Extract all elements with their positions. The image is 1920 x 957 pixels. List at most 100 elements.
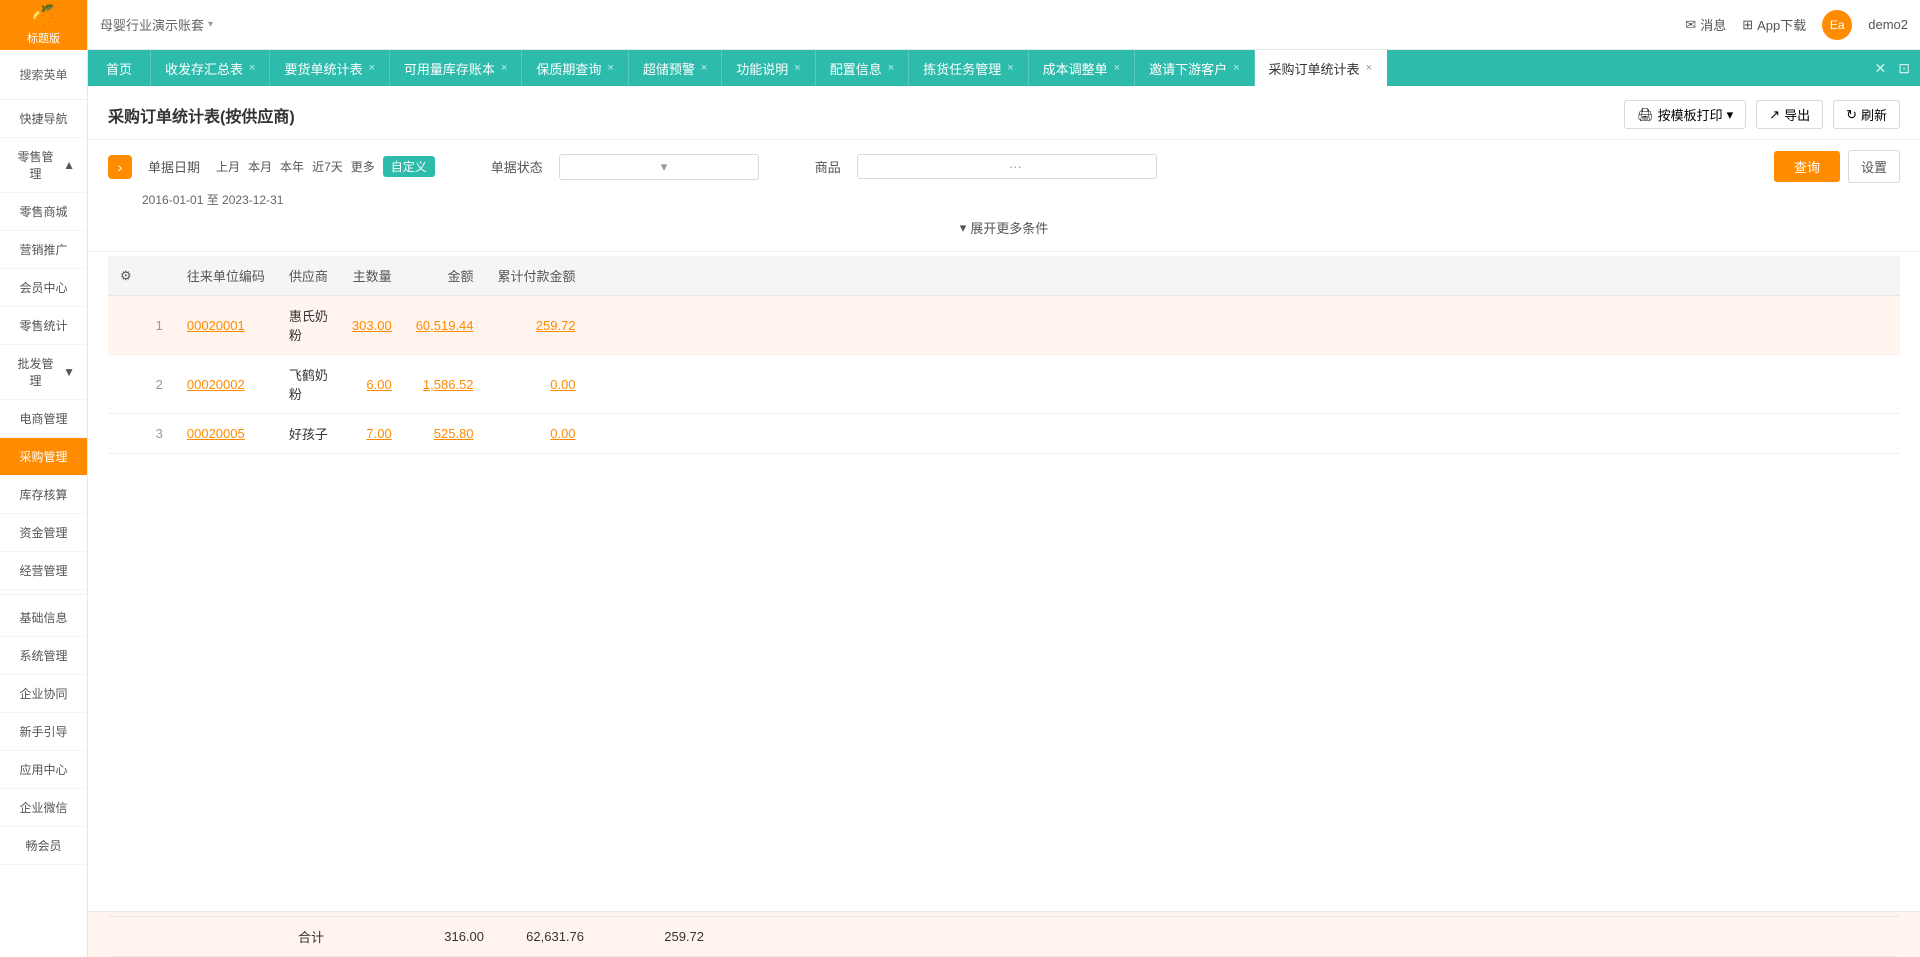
row2-qty-link[interactable]: 6.00 (366, 377, 391, 392)
date-shortcut-7days[interactable]: 近7天 (312, 158, 343, 175)
tab-overstock-close[interactable]: × (701, 62, 707, 74)
tab-config-close[interactable]: × (888, 62, 894, 74)
row3-num: 3 (144, 414, 175, 454)
tab-costadj-close[interactable]: × (1114, 62, 1120, 74)
row3-qty-link[interactable]: 7.00 (366, 426, 391, 441)
sidebar-item-inventory[interactable]: 库存核算 (0, 476, 87, 514)
tab-invitedown-close[interactable]: × (1233, 62, 1239, 74)
sidebar-item-retail[interactable]: 零售管理 ▲ (0, 138, 87, 193)
sidebar-item-purchase[interactable]: 采购管理 (0, 438, 87, 476)
row2-paid-link[interactable]: 0.00 (550, 377, 575, 392)
print-button[interactable]: 🖨 按模板打印 ▾ (1624, 100, 1746, 129)
tab-purchasestat-close[interactable]: × (1366, 62, 1372, 74)
sidebar-divider (0, 594, 87, 595)
row1-qty-link[interactable]: 303.00 (352, 318, 392, 333)
tab-expiry-close[interactable]: × (607, 62, 613, 74)
sidebar-item-newbie[interactable]: 新手引导 (0, 713, 87, 751)
search-button[interactable]: 查询 (1774, 151, 1840, 182)
footer-num-col (132, 917, 156, 957)
row1-paid-link[interactable]: 259.72 (536, 318, 576, 333)
tab-available[interactable]: 可用量库存账本 × (390, 50, 522, 86)
date-shortcut-this-year[interactable]: 本年 (280, 158, 304, 175)
footer-paid: 259.72 (596, 917, 716, 957)
sidebar-item-wechat[interactable]: 企业微信 (0, 789, 87, 827)
message-button[interactable]: ✉ 消息 (1685, 15, 1726, 34)
row2-vendor-code: 00020002 (175, 355, 277, 414)
row2-amount: 1,586.52 (404, 355, 486, 414)
sidebar-item-marketing[interactable]: 营销推广 (0, 231, 87, 269)
tab-funcdesc[interactable]: 功能说明 × (722, 50, 815, 86)
row2-extra (588, 355, 1900, 414)
settings-col-icon[interactable]: ⚙ (120, 268, 132, 283)
date-shortcut-this-month[interactable]: 本月 (248, 158, 272, 175)
topbar: 母婴行业演示账套 ▾ ✉ 消息 ⊞ App下载 Ea demo2 (88, 0, 1920, 50)
app-download-icon: ⊞ (1742, 17, 1753, 33)
table-row: 2 00020002 飞鹤奶粉 6.00 1,586.52 0.00 (108, 355, 1900, 414)
expand-button[interactable]: ▾ 展开更多条件 (956, 214, 1053, 241)
date-custom-badge[interactable]: 自定义 (383, 156, 435, 177)
date-range-display: 2016-01-01 至 2023-12-31 (142, 191, 283, 208)
tab-close-all-icon[interactable]: ✕ (1875, 60, 1887, 77)
tab-collection[interactable]: 收发存汇总表 × (151, 50, 270, 86)
row2-vendor-code-link[interactable]: 00020002 (187, 377, 245, 392)
filter-toggle-button[interactable]: › (108, 155, 132, 179)
date-shortcut-more[interactable]: 更多 (351, 158, 375, 175)
sidebar-item-ops[interactable]: 经营管理 (0, 552, 87, 590)
tab-purchasestat[interactable]: 采购订单统计表 × (1255, 50, 1387, 86)
sidebar-item-finance[interactable]: 资金管理 (0, 514, 87, 552)
row1-vendor-code-link[interactable]: 00020001 (187, 318, 245, 333)
tab-home[interactable]: 首页 (88, 50, 151, 86)
goods-more-icon[interactable]: ··· (1009, 159, 1146, 174)
row3-paid-link[interactable]: 0.00 (550, 426, 575, 441)
table-row: 3 00020005 好孩子 7.00 525.80 0.00 (108, 414, 1900, 454)
refresh-button[interactable]: ↻ 刷新 (1833, 100, 1900, 129)
tab-invitedown[interactable]: 邀请下游客户 × (1135, 50, 1254, 86)
sidebar-item-retail-shop[interactable]: 零售商城 (0, 193, 87, 231)
tab-requisition[interactable]: 要货单统计表 × (270, 50, 389, 86)
sidebar-item-members[interactable]: 会员中心 (0, 269, 87, 307)
row1-amount-link[interactable]: 60,519.44 (416, 318, 474, 333)
table-header-row: ⚙ 往来单位编码 供应商 主数量 金额 累计付款金额 (108, 256, 1900, 296)
row2-paid: 0.00 (486, 355, 588, 414)
sidebar-item-ecommerce[interactable]: 电商管理 (0, 400, 87, 438)
goods-input[interactable]: ··· (857, 154, 1157, 179)
main-area: 母婴行业演示账套 ▾ ✉ 消息 ⊞ App下载 Ea demo2 首页 收发存汇… (88, 0, 1920, 957)
status-select[interactable]: ▾ (559, 154, 759, 180)
sidebar-item-enterprise[interactable]: 企业协同 (0, 675, 87, 713)
export-button[interactable]: ↗ 导出 (1756, 100, 1823, 129)
user-avatar[interactable]: Ea (1822, 10, 1852, 40)
tab-costadj[interactable]: 成本调整单 × (1029, 50, 1135, 86)
tab-overstock[interactable]: 超储预警 × (629, 50, 722, 86)
row2-amount-link[interactable]: 1,586.52 (423, 377, 474, 392)
row3-vendor-code-link[interactable]: 00020005 (187, 426, 245, 441)
sidebar-item-quicknav[interactable]: 快捷导航 (0, 100, 87, 138)
workspace-label: 母婴行业演示账套 (100, 15, 204, 34)
settings-button[interactable]: 设置 (1848, 150, 1900, 183)
sidebar-item-search[interactable]: 搜索英单 (8, 60, 79, 89)
tab-maximize-icon[interactable]: ⊡ (1898, 60, 1910, 77)
workspace-selector[interactable]: 母婴行业演示账套 ▾ (100, 15, 260, 34)
sidebar-item-wholesale[interactable]: 批发管理 ▼ (0, 345, 87, 400)
date-shortcut-last-month[interactable]: 上月 (216, 158, 240, 175)
logo-text: 标题版 (27, 30, 60, 46)
sidebar-item-basic[interactable]: 基础信息 (0, 599, 87, 637)
filter-row-date-range: 2016-01-01 至 2023-12-31 (108, 191, 1900, 208)
sidebar-item-appcenter[interactable]: 应用中心 (0, 751, 87, 789)
refresh-icon: ↻ (1846, 107, 1857, 123)
tab-funcdesc-close[interactable]: × (794, 62, 800, 74)
sidebar-item-vip[interactable]: 畅会员 (0, 827, 87, 865)
footer-vendor-name: 合计 (286, 917, 416, 957)
sidebar-item-retail-stats[interactable]: 零售统计 (0, 307, 87, 345)
row3-amount: 525.80 (404, 414, 486, 454)
tab-expiry[interactable]: 保质期查询 × (522, 50, 628, 86)
app-logo: 🍊 标题版 (0, 0, 87, 50)
tab-available-close[interactable]: × (501, 62, 507, 74)
app-download-button[interactable]: ⊞ App下载 (1742, 15, 1806, 34)
sidebar-item-system[interactable]: 系统管理 (0, 637, 87, 675)
row3-amount-link[interactable]: 525.80 (434, 426, 474, 441)
tab-config[interactable]: 配置信息 × (816, 50, 909, 86)
tab-requisition-close[interactable]: × (368, 62, 374, 74)
tab-pickorder-close[interactable]: × (1007, 62, 1013, 74)
tab-collection-close[interactable]: × (249, 62, 255, 74)
tab-pickorder[interactable]: 拣货任务管理 × (909, 50, 1028, 86)
